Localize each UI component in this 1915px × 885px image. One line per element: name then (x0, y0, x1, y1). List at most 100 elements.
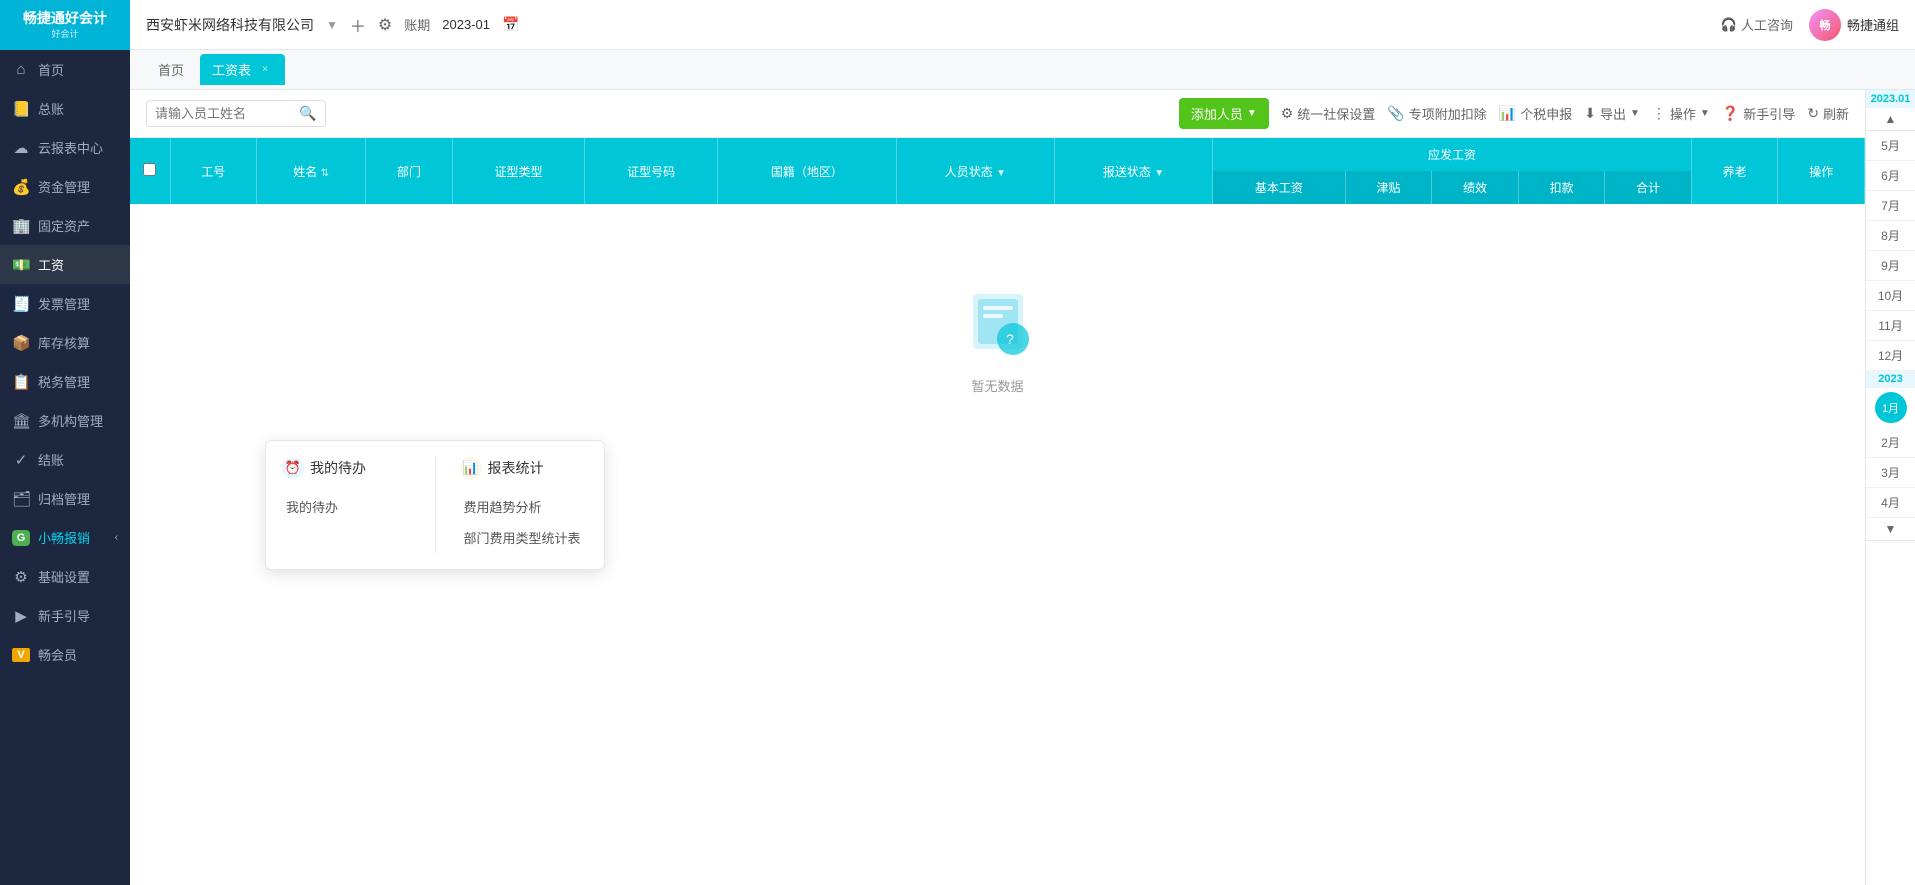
month-mar[interactable]: 3月 (1866, 458, 1915, 488)
month-feb[interactable]: 2月 (1866, 428, 1915, 458)
person-status-filter-icon: ▼ (996, 168, 1006, 179)
th-base-salary: 基本工资 (1213, 171, 1346, 204)
main-container: 西安虾米网络科技有限公司 ▼ ＋ ⚙ 账期 2023-01 📅 🎧 人工咨询 畅… (130, 0, 1915, 885)
month-down-button[interactable]: ▼ (1866, 518, 1915, 541)
sidebar-item-tax[interactable]: 📋 税务管理 (0, 362, 130, 401)
tax-icon: 📋 (12, 373, 30, 391)
year-2023[interactable]: 2023 (1866, 371, 1915, 388)
add-person-chevron-icon: ▼ (1247, 108, 1257, 119)
payroll-icon: 💵 (12, 256, 30, 274)
month-up-button[interactable]: ▲ (1866, 108, 1915, 131)
refresh-button[interactable]: ↻ 刷新 (1807, 104, 1849, 123)
month-apr[interactable]: 4月 (1866, 488, 1915, 518)
sidebar-item-new-guide[interactable]: ▶ 新手引导 (0, 596, 130, 635)
sidebar-item-cloud-report[interactable]: ☁ 云报表中心 (0, 128, 130, 167)
user-profile[interactable]: 畅 畅捷通组 (1809, 9, 1899, 41)
sidebar-item-home[interactable]: ⌂ 首页 (0, 50, 130, 89)
sidebar-item-fund[interactable]: 💰 资金管理 (0, 167, 130, 206)
operation-label: 操作 (1670, 104, 1696, 123)
special-deduction-button[interactable]: 📎 专项附加扣除 (1387, 104, 1486, 123)
sidebar-item-label: 库存核算 (38, 333, 90, 352)
th-checkbox[interactable] (130, 138, 170, 204)
th-department: 部门 (366, 138, 453, 204)
quick-access-popup[interactable]: ⏰ 我的待办 我的待办 📊 报表统计 (265, 440, 605, 570)
add-person-button[interactable]: 添加人员 ▼ (1179, 98, 1269, 129)
report-status-filter-icon: ▼ (1154, 168, 1164, 179)
user-name: 畅捷通组 (1847, 15, 1899, 34)
month-jan-selected[interactable]: 1月 (1875, 392, 1907, 424)
member-icon: V (12, 648, 30, 662)
sidebar-item-label: 新手引导 (38, 606, 90, 625)
service-button[interactable]: 🎧 人工咨询 (1721, 15, 1793, 34)
report-icon: 📊 (460, 457, 482, 479)
month-period-header: 2023.01 (1866, 90, 1915, 108)
sidebar-item-inventory[interactable]: 📦 库存核算 (0, 323, 130, 362)
tab-close-button[interactable]: × (257, 62, 273, 78)
sidebar-item-archive[interactable]: 🗂 归档管理 (0, 479, 130, 518)
special-deduction-icon: 📎 (1387, 105, 1404, 122)
topbar-gear-icon[interactable]: ⚙ (378, 15, 392, 35)
new-guide-button[interactable]: ❓ 新手引导 (1722, 104, 1795, 123)
operation-icon: ⋮ (1652, 105, 1666, 122)
sidebar-item-label: 资金管理 (38, 177, 90, 196)
special-deduction-label: 专项附加扣除 (1409, 104, 1487, 123)
sidebar-item-label: 总账 (38, 99, 64, 118)
tab-home[interactable]: 首页 (146, 54, 196, 85)
export-button[interactable]: ⬇ 导出 ▼ (1584, 104, 1640, 123)
month-aug[interactable]: 8月 (1866, 221, 1915, 251)
month-oct[interactable]: 10月 (1866, 281, 1915, 311)
tax-report-icon: 📊 (1499, 105, 1516, 122)
calendar-icon[interactable]: 📅 (502, 16, 519, 33)
home-icon: ⌂ (12, 61, 30, 78)
sidebar-item-basic-settings[interactable]: ⚙ 基础设置 (0, 557, 130, 596)
sidebar-item-invoice[interactable]: 🧾 发票管理 (0, 284, 130, 323)
popup-item-todo[interactable]: 我的待办 (282, 491, 411, 522)
month-jun[interactable]: 6月 (1866, 161, 1915, 191)
month-dec[interactable]: 12月 (1866, 341, 1915, 371)
sidebar-item-member[interactable]: V 畅会员 (0, 635, 130, 674)
month-sep[interactable]: 9月 (1866, 251, 1915, 281)
sidebar-item-payroll[interactable]: 💵 工资 (0, 245, 130, 284)
payroll-table: 工号 姓名 ⇅ 部门 证型类型 (130, 138, 1865, 204)
th-id-number: 证型号码 (585, 138, 718, 204)
popup-item-dept-expense[interactable]: 部门费用类型统计表 (460, 522, 589, 553)
individual-tax-button[interactable]: 📊 个税申报 (1499, 104, 1572, 123)
company-chevron-icon[interactable]: ▼ (326, 18, 338, 32)
empty-text: 暂无数据 (971, 376, 1023, 395)
search-box: 🔍 (146, 100, 326, 127)
ledger-icon: 📒 (12, 100, 30, 118)
xiaochang-icon: G (12, 530, 30, 546)
sidebar-item-multi-org[interactable]: 🏛 多机构管理 (0, 401, 130, 440)
settlement-icon: ✓ (12, 451, 30, 469)
payroll-toolbar: 🔍 添加人员 ▼ ⚙ 统一社保设置 📎 专项附加扣除 (130, 90, 1865, 138)
th-operation: 操作 (1778, 138, 1865, 204)
month-jul[interactable]: 7月 (1866, 191, 1915, 221)
sidebar-item-label: 基础设置 (38, 567, 90, 586)
sidebar-item-label: 发票管理 (38, 294, 90, 313)
search-icon[interactable]: 🔍 (299, 105, 316, 122)
select-all-checkbox[interactable] (143, 163, 156, 176)
tab-home-label: 首页 (158, 63, 184, 78)
toolbar-actions: 添加人员 ▼ ⚙ 统一社保设置 📎 专项附加扣除 📊 个税申报 (1179, 98, 1849, 129)
sidebar-item-label: 畅会员 (38, 645, 77, 664)
th-report-status[interactable]: 报送状态 ▼ (1054, 138, 1212, 204)
search-input[interactable] (155, 106, 295, 121)
topbar-add-icon[interactable]: ＋ (350, 13, 366, 37)
sidebar-item-fixed-assets[interactable]: 🏢 固定资产 (0, 206, 130, 245)
sidebar-item-xiaochang[interactable]: G 小畅报销 ‹ (0, 518, 130, 557)
popup-section1-title: 我的待办 (310, 458, 366, 478)
tab-payroll[interactable]: 工资表 × (200, 54, 285, 85)
sidebar-item-settlement[interactable]: ✓ 结账 (0, 440, 130, 479)
th-name[interactable]: 姓名 ⇅ (257, 138, 366, 204)
th-allowance: 津贴 (1345, 171, 1432, 204)
social-security-button[interactable]: ⚙ 统一社保设置 (1281, 104, 1376, 123)
th-person-status[interactable]: 人员状态 ▼ (896, 138, 1054, 204)
th-payable-wages-group: 应发工资 (1213, 138, 1692, 171)
popup-item-expense-trend[interactable]: 费用趋势分析 (460, 491, 589, 522)
sidebar-item-ledger[interactable]: 📒 总账 (0, 89, 130, 128)
tabbar: 首页 工资表 × (130, 50, 1915, 90)
month-nov[interactable]: 11月 (1866, 311, 1915, 341)
th-id-type: 证型类型 (452, 138, 585, 204)
operation-button[interactable]: ⋮ 操作 ▼ (1652, 104, 1710, 123)
month-may[interactable]: 5月 (1866, 131, 1915, 161)
